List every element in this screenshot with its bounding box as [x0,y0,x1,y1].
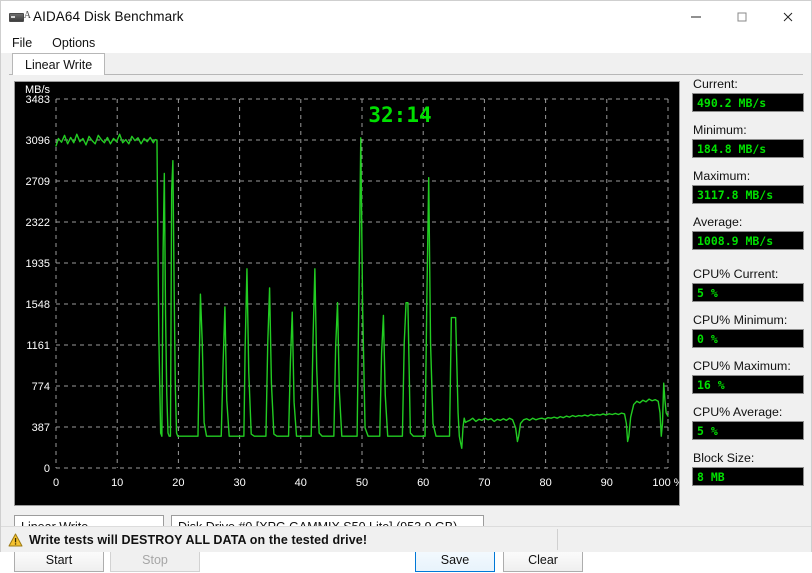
status-divider [557,529,558,550]
svg-text:100 %: 100 % [652,477,679,489]
stat-box-average: 1008.9 MB/s [692,231,804,250]
stat-group-average: Average: 1008.9 MB/s [692,215,804,250]
stat-group-minimum: Minimum: 184.8 MB/s [692,123,804,158]
stat-group-cpu-maximum: CPU% Maximum: 16 % [692,359,804,394]
stat-value-minimum: 184.8 MB/s [697,141,767,156]
svg-text:2709: 2709 [26,176,50,188]
stat-value-cpu-minimum: 0 % [697,331,718,346]
stat-group-maximum: Maximum: 3117.8 MB/s [692,169,804,204]
stat-value-average: 1008.9 MB/s [697,233,774,248]
stat-box-maximum: 3117.8 MB/s [692,185,804,204]
stat-label-cpu-minimum: CPU% Minimum: [693,313,788,327]
svg-text:2322: 2322 [26,217,50,229]
stat-label-cpu-average: CPU% Average: [693,405,783,419]
tab-linear-write[interactable]: Linear Write [12,53,106,75]
client-area: Linear Write 0 387 774 1161 1548 1935 2322 2709… [1,53,811,572]
svg-text:1548: 1548 [26,299,50,311]
stat-group-current: Current: 490.2 MB/s [692,77,804,112]
stat-label-maximum: Maximum: [693,169,751,183]
stat-group-cpu-average: CPU% Average: 5 % [692,405,804,440]
menu-item-file[interactable]: File [3,34,41,52]
minimize-icon[interactable] [673,1,719,32]
svg-text:60: 60 [417,477,429,489]
svg-text:32:14: 32:14 [368,103,431,127]
svg-text:774: 774 [32,381,50,393]
stat-value-cpu-maximum: 16 % [697,377,725,392]
svg-text:20: 20 [172,477,184,489]
stat-label-cpu-maximum: CPU% Maximum: [693,359,791,373]
menu-item-options[interactable]: Options [43,34,104,52]
stat-box-cpu-maximum: 16 % [692,375,804,394]
stat-value-maximum: 3117.8 MB/s [697,187,774,202]
stat-value-cpu-average: 5 % [697,423,718,438]
window-controls [673,1,811,32]
chart-canvas: 03877741161154819352322270930963483MB/s0… [25,84,679,489]
disk-drive-icon: A [8,8,31,26]
warning-status-bar: Write tests will DESTROY ALL DATA on the… [1,526,811,552]
stat-value-block-size: 8 MB [697,469,725,484]
stat-value-cpu-current: 5 % [697,285,718,300]
svg-text:1935: 1935 [26,258,50,270]
svg-text:MB/s: MB/s [25,84,51,96]
stat-group-cpu-minimum: CPU% Minimum: 0 % [692,313,804,348]
stat-label-cpu-current: CPU% Current: [693,267,779,281]
stat-label-current: Current: [693,77,738,91]
stat-group-cpu-current: CPU% Current: 5 % [692,267,804,302]
stat-group-block-size: Block Size: 8 MB [692,451,804,486]
svg-text:3096: 3096 [26,135,50,147]
svg-text:10: 10 [111,477,123,489]
svg-text:40: 40 [295,477,307,489]
svg-text:1161: 1161 [26,340,50,352]
window-title: AIDA64 Disk Benchmark [33,9,184,24]
warning-text: Write tests will DESTROY ALL DATA on the… [29,532,368,547]
title-bar: A AIDA64 Disk Benchmark [1,1,811,32]
stat-box-cpu-current: 5 % [692,283,804,302]
stat-box-cpu-average: 5 % [692,421,804,440]
aida64-disk-benchmark-window: A AIDA64 Disk Benchmark File Options Lin… [0,0,812,572]
svg-text:90: 90 [601,477,613,489]
benchmark-chart: 0 387 774 1161 1548 1935 2322 2709 3096 3483 MB/s 0… [14,81,680,506]
stat-label-minimum: Minimum: [693,123,747,137]
svg-text:387: 387 [32,422,50,434]
warning-triangle-icon [8,533,23,547]
svg-text:80: 80 [539,477,551,489]
stat-box-cpu-minimum: 0 % [692,329,804,348]
stat-label-average: Average: [693,215,743,229]
stat-label-block-size: Block Size: [693,451,755,465]
stat-value-current: 490.2 MB/s [697,95,767,110]
maximize-icon[interactable] [719,1,765,32]
svg-text:30: 30 [233,477,245,489]
tab-strip: Linear Write [9,53,803,75]
svg-text:0: 0 [53,477,59,489]
stat-box-block-size: 8 MB [692,467,804,486]
svg-text:50: 50 [356,477,368,489]
close-icon[interactable] [765,1,811,32]
menu-bar: File Options [1,32,811,53]
stat-box-minimum: 184.8 MB/s [692,139,804,158]
stat-box-current: 490.2 MB/s [692,93,804,112]
svg-text:70: 70 [478,477,490,489]
tab-underline [9,74,803,75]
svg-text:0: 0 [44,463,50,475]
statistics-panel: Current: 490.2 MB/s Minimum: 184.8 MB/s … [692,77,804,539]
